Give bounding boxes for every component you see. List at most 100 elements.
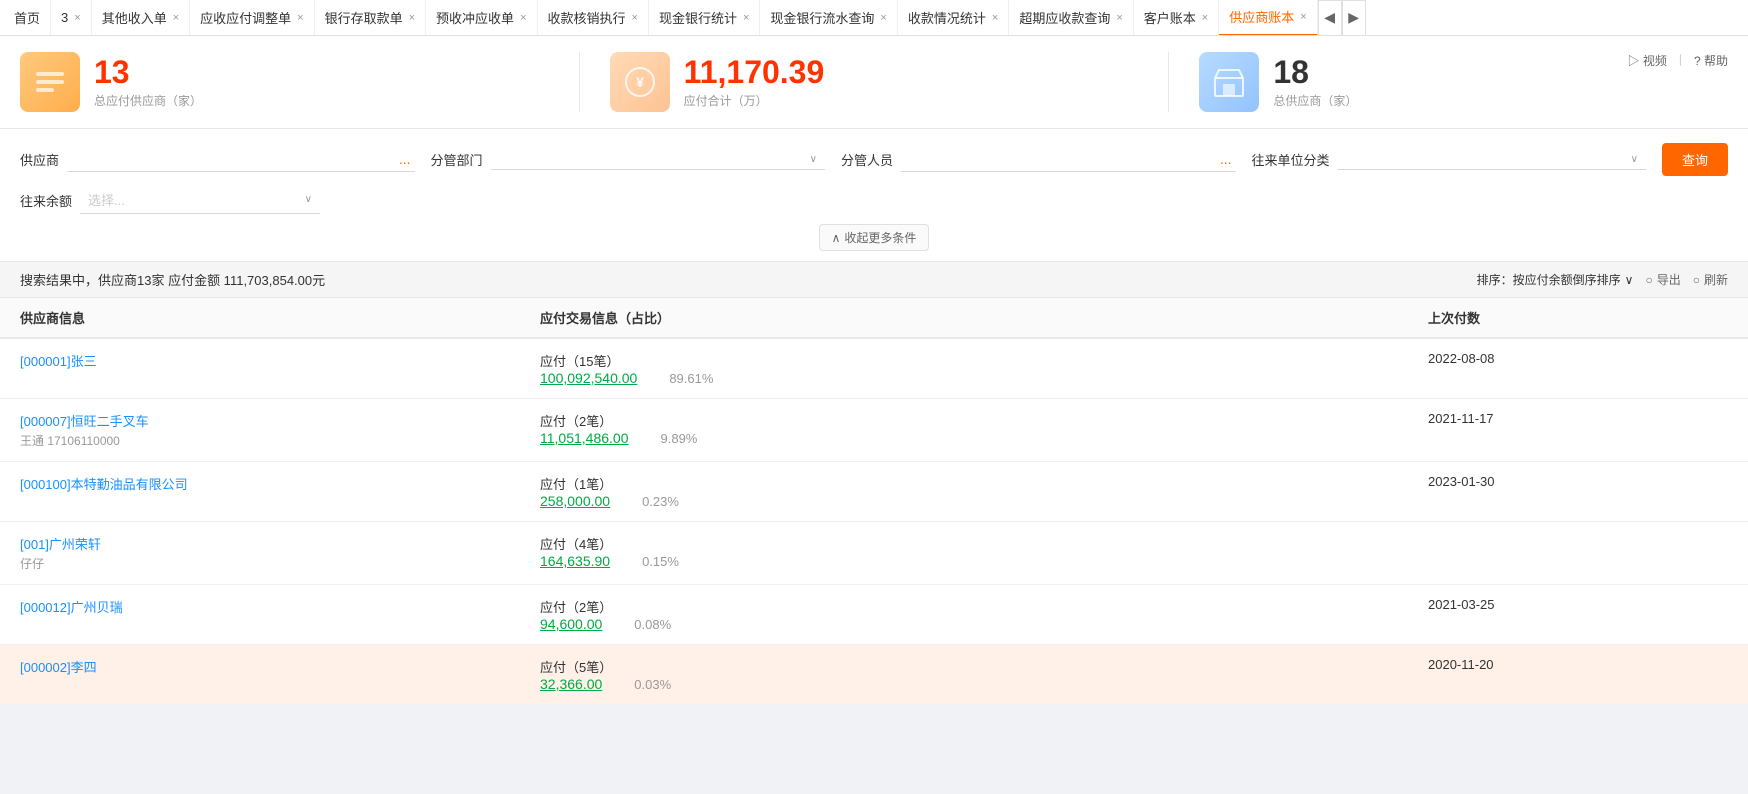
payable-supplier-count: 13 <box>94 56 202 88</box>
payable-amount-4[interactable]: 94,600.00 <box>540 616 602 632</box>
nav-home[interactable]: 首页 <box>4 0 51 36</box>
stats-row: 13 总应付供应商（家） ¥ 11,170.39 应付合计（万） 18 总供应商… <box>0 36 1748 129</box>
total-supplier-label: 总供应商（家） <box>1273 92 1357 109</box>
payable-count-1: 应付（2笔） <box>540 411 612 430</box>
nav-advance-receipt[interactable]: 预收冲应收单 × <box>426 0 537 36</box>
person-picker-icon[interactable]: ... <box>1216 151 1236 167</box>
supplier-input-wrapper: ... <box>67 148 414 172</box>
nav-cash-flow[interactable]: 现金银行流水查询 × <box>760 0 897 36</box>
close-icon[interactable]: × <box>1202 12 1208 24</box>
nav-ar-ap-adjust[interactable]: 应收应付调整单 × <box>190 0 314 36</box>
nav-tab-3[interactable]: 3 × <box>51 0 92 36</box>
supplier-link-5[interactable]: [000002]李四 <box>20 660 97 675</box>
close-icon[interactable]: × <box>1116 12 1122 24</box>
refresh-button[interactable]: ○ 刷新 <box>1693 271 1728 288</box>
nav-prev-arrow[interactable]: ◀ <box>1318 0 1342 36</box>
nav-supplier-ledger[interactable]: 供应商账本 × <box>1219 0 1317 36</box>
payable-amount-1[interactable]: 11,051,486.00 <box>540 430 629 446</box>
close-icon[interactable]: × <box>992 12 998 24</box>
supplier-input[interactable] <box>67 148 395 171</box>
supplier-link-1[interactable]: [000007]恒旺二手叉车 <box>20 414 149 429</box>
department-select[interactable]: ∨ <box>491 150 825 170</box>
last-pay-cell-2: 2023-01-30 <box>1428 474 1728 489</box>
filter-category: 往来单位分类 ∨ <box>1252 150 1647 170</box>
close-icon[interactable]: × <box>74 12 80 24</box>
payable-count-0: 应付（15笔） <box>540 351 619 370</box>
collapse-button[interactable]: ∧ 收起更多条件 <box>819 224 930 251</box>
top-actions: ▷ 视频 | ? 帮助 <box>1627 52 1728 69</box>
supplier-link-3[interactable]: [001]广州荣轩 <box>20 537 101 552</box>
collapse-area: ∧ 收起更多条件 <box>20 224 1728 251</box>
last-pay-cell-1: 2021-11-17 <box>1428 411 1728 426</box>
close-icon[interactable]: × <box>297 12 303 24</box>
person-input[interactable] <box>901 148 1216 171</box>
payable-amount-label: 应付合计（万） <box>684 92 825 109</box>
payable-cell-0: 应付（15笔） 100,092,540.00 89.61% <box>540 351 1428 386</box>
payable-count-2: 应付（1笔） <box>540 474 612 493</box>
supplier-payable-icon <box>20 52 80 112</box>
close-icon[interactable]: × <box>520 12 526 24</box>
filter-row-2: 往来余额 选择... ∨ <box>20 186 1728 214</box>
payable-amount-2[interactable]: 258,000.00 <box>540 493 610 509</box>
close-icon[interactable]: × <box>173 12 179 24</box>
nav-collection-exec[interactable]: 收款核销执行 × <box>538 0 649 36</box>
payable-percent-5: 0.03% <box>634 677 671 692</box>
close-icon[interactable]: × <box>1300 11 1306 23</box>
store-icon <box>1199 52 1259 112</box>
help-link[interactable]: ? 帮助 <box>1694 52 1728 69</box>
payable-count-4: 应付（2笔） <box>540 597 612 616</box>
supplier-picker-icon[interactable]: ... <box>395 151 415 167</box>
payable-amount-0[interactable]: 100,092,540.00 <box>540 370 637 386</box>
close-icon[interactable]: × <box>409 12 415 24</box>
payable-amount-3[interactable]: 164,635.90 <box>540 553 610 569</box>
nav-customer-ledger[interactable]: 客户账本 × <box>1134 0 1219 36</box>
filter-area: 供应商 ... 分管部门 ∨ 分管人员 ... 往来单位分类 ∨ <box>0 129 1748 262</box>
video-icon: ▷ <box>1627 54 1639 68</box>
nav-next-arrow[interactable]: ▶ <box>1342 0 1366 36</box>
table-row: [000100]本特勤油品有限公司 应付（1笔） 258,000.00 0.23… <box>0 462 1748 522</box>
person-input-wrapper: ... <box>901 148 1235 172</box>
supplier-link-2[interactable]: [000100]本特勤油品有限公司 <box>20 477 188 492</box>
category-select[interactable]: ∨ <box>1338 150 1646 170</box>
supplier-cell-5: [000002]李四 <box>20 657 540 676</box>
payable-percent-1: 9.89% <box>661 431 698 446</box>
payable-row-0: 100,092,540.00 89.61% <box>540 370 713 386</box>
table-row: [000001]张三 应付（15笔） 100,092,540.00 89.61%… <box>0 339 1748 399</box>
result-bar: 搜索结果中，供应商13家 应付金额 111,703,854.00元 排序：按应付… <box>0 262 1748 298</box>
export-button[interactable]: ○ 导出 <box>1645 271 1680 288</box>
result-info: 搜索结果中，供应商13家 应付金额 111,703,854.00元 <box>20 270 325 289</box>
table-row: [001]广州荣轩 仔仔 应付（4笔） 164,635.90 0.15% <box>0 522 1748 585</box>
stat-divider-1 <box>579 52 580 112</box>
search-button[interactable]: 查询 <box>1662 143 1728 176</box>
payable-cell-3: 应付（4笔） 164,635.90 0.15% <box>540 534 1428 569</box>
last-pay-cell-5: 2020-11-20 <box>1428 657 1728 672</box>
supplier-link-0[interactable]: [000001]张三 <box>20 354 97 369</box>
balance-select[interactable]: 选择... ∨ <box>80 186 320 214</box>
category-filter-label: 往来单位分类 <box>1252 150 1330 169</box>
department-filter-label: 分管部门 <box>431 150 483 169</box>
last-pay-cell-4: 2021-03-25 <box>1428 597 1728 612</box>
close-icon[interactable]: × <box>880 12 886 24</box>
supplier-cell-1: [000007]恒旺二手叉车 王通 17106110000 <box>20 411 540 449</box>
video-link[interactable]: ▷ 视频 <box>1627 52 1666 69</box>
table-row: [000007]恒旺二手叉车 王通 17106110000 应付（2笔） 11,… <box>0 399 1748 462</box>
payable-cell-2: 应付（1笔） 258,000.00 0.23% <box>540 474 1428 509</box>
supplier-cell-3: [001]广州荣轩 仔仔 <box>20 534 540 572</box>
close-icon[interactable]: × <box>743 12 749 24</box>
result-actions: 排序：按应付余额倒序排序 ∨ ○ 导出 ○ 刷新 <box>1477 271 1728 288</box>
sort-icon[interactable]: ∨ <box>1625 273 1634 287</box>
header-payable-info: 应付交易信息（占比） <box>540 308 1428 327</box>
nav-collection-stats[interactable]: 收款情况统计 × <box>898 0 1009 36</box>
nav-other-income[interactable]: 其他收入单 × <box>92 0 190 36</box>
nav-bank-deposit[interactable]: 银行存取款单 × <box>315 0 426 36</box>
supplier-link-4[interactable]: [000012]广州贝瑞 <box>20 600 123 615</box>
table-header: 供应商信息 应付交易信息（占比） 上次付数 <box>0 298 1748 339</box>
nav-cash-stats[interactable]: 现金银行统计 × <box>649 0 760 36</box>
sort-label: 排序：按应付余额倒序排序 ∨ <box>1477 271 1634 288</box>
payable-amount-icon: ¥ <box>610 52 670 112</box>
nav-overdue-ar[interactable]: 超期应收款查询 × <box>1009 0 1133 36</box>
close-icon[interactable]: × <box>632 12 638 24</box>
payable-row-3: 164,635.90 0.15% <box>540 553 679 569</box>
payable-amount-5[interactable]: 32,366.00 <box>540 676 602 692</box>
payable-cell-4: 应付（2笔） 94,600.00 0.08% <box>540 597 1428 632</box>
